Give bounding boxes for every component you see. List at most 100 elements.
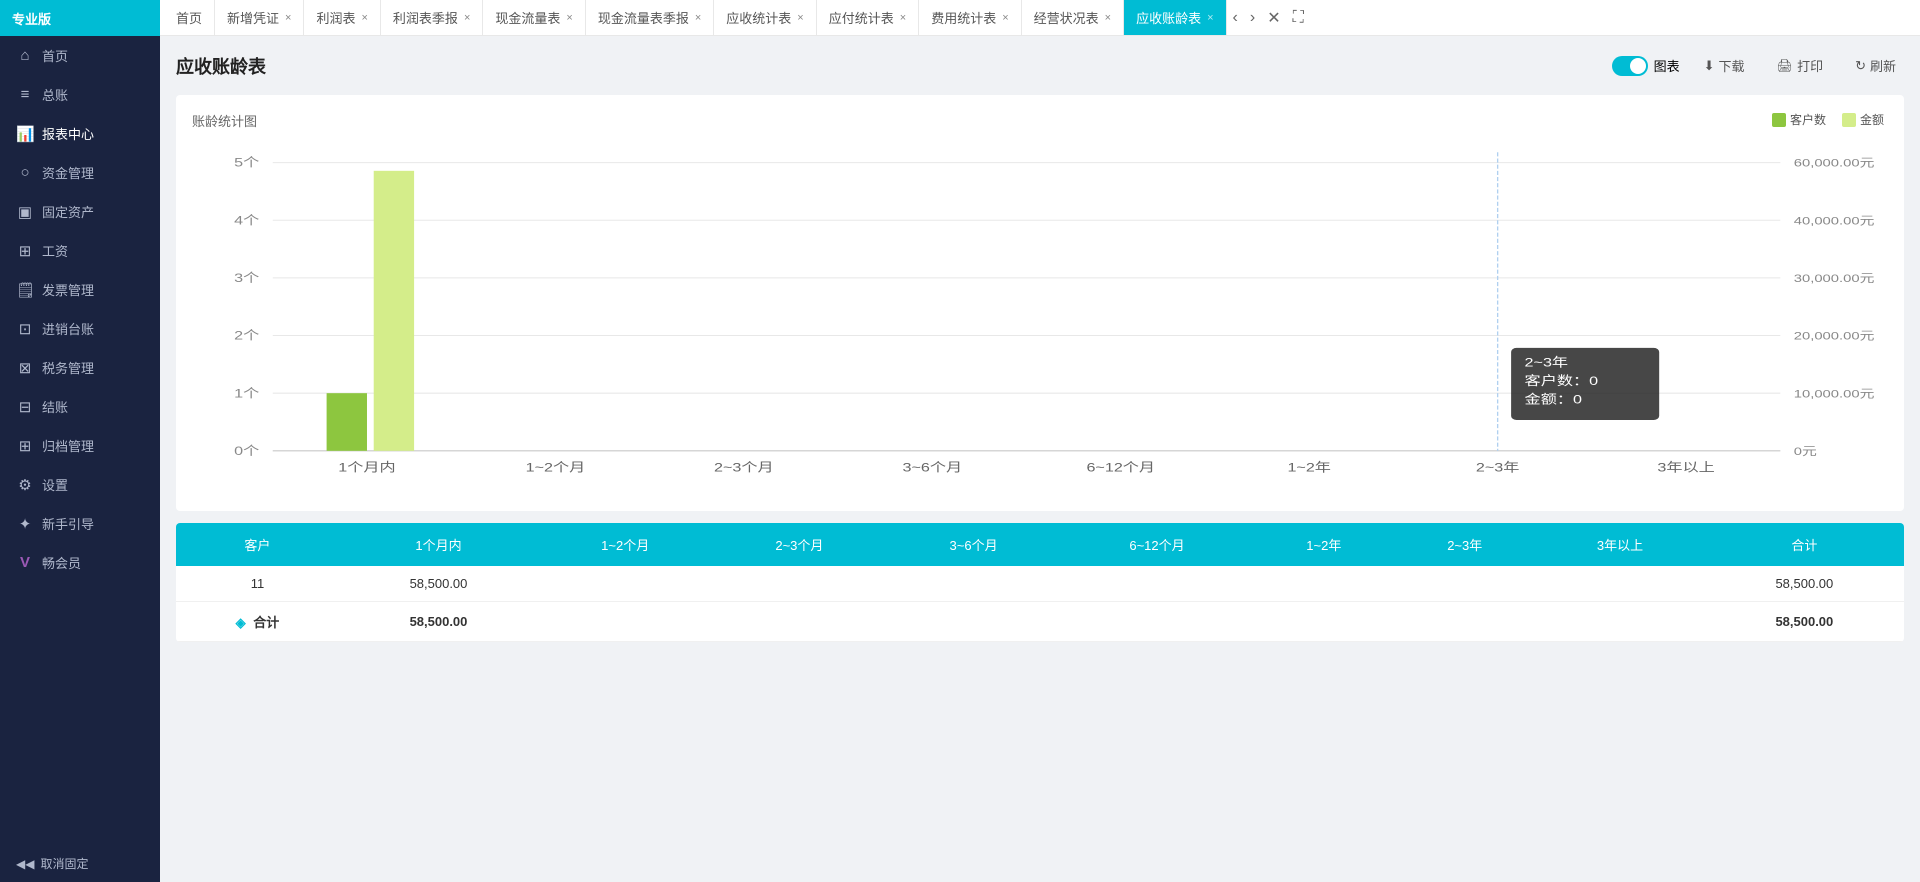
sidebar-item-label: 报表中心: [42, 124, 94, 143]
table-row: 11 58,500.00 58,500.00: [176, 566, 1904, 602]
invoice-icon: 🗒: [16, 281, 34, 299]
sidebar-item-invoice[interactable]: 🗒 发票管理: [0, 270, 160, 309]
chart-toggle[interactable]: 图表: [1612, 56, 1680, 76]
legend-amount-color: [1842, 113, 1856, 127]
cell-m2-3: [712, 566, 886, 602]
tab-close-all-btn[interactable]: ✕: [1261, 0, 1286, 36]
tab-expand-btn[interactable]: ⛶: [1287, 0, 1310, 36]
cell-total-m3-6: [886, 602, 1060, 642]
cell-total-y3plus: [1535, 602, 1705, 642]
col-m2-3: 2~3个月: [712, 523, 886, 566]
cell-total-y2-3: [1394, 602, 1535, 642]
tab-close-cashflow[interactable]: ×: [566, 12, 572, 24]
sidebar-item-funds[interactable]: ○ 资金管理: [0, 153, 160, 192]
sidebar-item-reports[interactable]: 📊 报表中心: [0, 114, 160, 153]
tab-voucher[interactable]: 新增凭证 ×: [215, 0, 304, 36]
tab-business-status[interactable]: 经营状况表 ×: [1022, 0, 1124, 36]
sidebar-item-purchase[interactable]: ⊡ 进销台账: [0, 309, 160, 348]
sidebar-item-label: 税务管理: [42, 358, 94, 377]
purchase-icon: ⊡: [16, 320, 34, 338]
svg-text:0个: 0个: [234, 444, 259, 459]
tab-close-business-status[interactable]: ×: [1105, 12, 1111, 24]
tab-profit[interactable]: 利润表 ×: [304, 0, 380, 36]
cell-y3plus: [1535, 566, 1705, 602]
tab-home[interactable]: 首页: [164, 0, 215, 36]
assets-icon: ▣: [16, 203, 34, 221]
legend-customers: 客户数: [1772, 111, 1826, 128]
cell-total-m2-3: [712, 602, 886, 642]
download-btn[interactable]: ⬇ 下载: [1696, 52, 1753, 79]
cell-m6-12: [1061, 566, 1254, 602]
cell-m1: 58,500.00: [339, 566, 538, 602]
chart-toggle-label: 图表: [1654, 56, 1680, 75]
sidebar-item-label: 首页: [42, 46, 68, 65]
sidebar-item-label: 发票管理: [42, 280, 94, 299]
sidebar-item-tax[interactable]: ⊠ 税务管理: [0, 348, 160, 387]
sidebar-item-settings[interactable]: ⚙ 设置: [0, 465, 160, 504]
cell-m1-2: [538, 566, 712, 602]
col-customer: 客户: [176, 523, 339, 566]
total-icon: ◈: [236, 615, 246, 630]
bar-customers-0[interactable]: [327, 393, 367, 451]
table-header-row: 客户 1个月内 1~2个月 2~3个月 3~6个月 6~12个月 1~2年 2~…: [176, 523, 1904, 566]
cell-total-label: ◈ 合计: [176, 602, 339, 642]
refresh-btn[interactable]: ↻ 刷新: [1847, 52, 1904, 79]
sidebar-item-label: 归档管理: [42, 436, 94, 455]
tab-close-profit-quarter[interactable]: ×: [464, 12, 470, 24]
svg-text:3~6个月: 3~6个月: [903, 460, 963, 475]
table-total-row: ◈ 合计 58,500.00 58,500.00: [176, 602, 1904, 642]
data-table: 客户 1个月内 1~2个月 2~3个月 3~6个月 6~12个月 1~2年 2~…: [176, 523, 1904, 642]
tab-prev-btn[interactable]: ‹: [1227, 0, 1244, 36]
col-y1-2: 1~2年: [1253, 523, 1394, 566]
reports-icon: 📊: [16, 125, 34, 143]
svg-text:2个: 2个: [234, 328, 259, 343]
svg-text:0元: 0元: [1794, 445, 1817, 458]
tab-ap-stats[interactable]: 应付统计表 ×: [817, 0, 919, 36]
sidebar-item-archive[interactable]: ⊞ 归档管理: [0, 426, 160, 465]
tab-close-voucher[interactable]: ×: [285, 12, 291, 24]
tab-expense-stats[interactable]: 费用统计表 ×: [919, 0, 1021, 36]
sidebar-item-assets[interactable]: ▣ 固定资产: [0, 192, 160, 231]
sidebar-item-closing[interactable]: ⊟ 结账: [0, 387, 160, 426]
vip-icon: V: [16, 554, 34, 571]
tax-icon: ⊠: [16, 359, 34, 377]
cell-y2-3: [1394, 566, 1535, 602]
col-m1-2: 1~2个月: [538, 523, 712, 566]
tab-next-btn[interactable]: ›: [1244, 0, 1261, 36]
refresh-icon: ↻: [1855, 58, 1866, 74]
svg-text:20,000.00元: 20,000.00元: [1794, 329, 1875, 342]
sidebar-item-salary[interactable]: ⊞ 工资: [0, 231, 160, 270]
sidebar-item-home[interactable]: ⌂ 首页: [0, 36, 160, 75]
sidebar-item-vip[interactable]: V 畅会员: [0, 543, 160, 582]
bar-amount-0[interactable]: [374, 171, 414, 451]
tab-close-ap-stats[interactable]: ×: [900, 12, 906, 24]
closing-icon: ⊟: [16, 398, 34, 416]
chart-legend: 客户数 金额: [1772, 111, 1884, 128]
page-header: 应收账龄表 图表 ⬇ 下载 🖨 打印 ↻ 刷新: [176, 52, 1904, 79]
tab-ar-stats[interactable]: 应收统计表 ×: [714, 0, 816, 36]
sidebar-item-ledger[interactable]: ≡ 总账: [0, 75, 160, 114]
cell-m3-6: [886, 566, 1060, 602]
print-btn[interactable]: 🖨 打印: [1769, 52, 1832, 79]
sidebar-logo: 专业版: [0, 0, 160, 36]
sidebar-item-guide[interactable]: ✦ 新手引导: [0, 504, 160, 543]
tab-cashflow[interactable]: 现金流量表 ×: [483, 0, 585, 36]
sidebar-unpin[interactable]: ◀◀ 取消固定: [0, 845, 160, 882]
tab-ar-aging[interactable]: 应收账龄表 ×: [1124, 0, 1226, 36]
tab-close-cashflow-quarter[interactable]: ×: [695, 12, 701, 24]
print-icon: 🖨: [1777, 58, 1794, 74]
toggle-thumb: [1630, 58, 1646, 74]
tab-close-ar-aging[interactable]: ×: [1207, 12, 1213, 24]
cell-total-total: 58,500.00: [1705, 602, 1904, 642]
tab-close-expense-stats[interactable]: ×: [1002, 12, 1008, 24]
toggle-track[interactable]: [1612, 56, 1648, 76]
tab-close-ar-stats[interactable]: ×: [797, 12, 803, 24]
tab-cashflow-quarter[interactable]: 现金流量表季报 ×: [586, 0, 714, 36]
svg-text:金额：0: 金额：0: [1525, 392, 1582, 407]
tab-bar: 首页 新增凭证 × 利润表 × 利润表季报 × 现金流量表 × 现金流量表季报 …: [160, 0, 1920, 36]
svg-text:3个: 3个: [234, 271, 259, 286]
tab-profit-quarter[interactable]: 利润表季报 ×: [381, 0, 483, 36]
sidebar-item-label: 新手引导: [42, 514, 94, 533]
tab-close-profit[interactable]: ×: [361, 12, 367, 24]
sidebar-item-label: 固定资产: [42, 202, 94, 221]
